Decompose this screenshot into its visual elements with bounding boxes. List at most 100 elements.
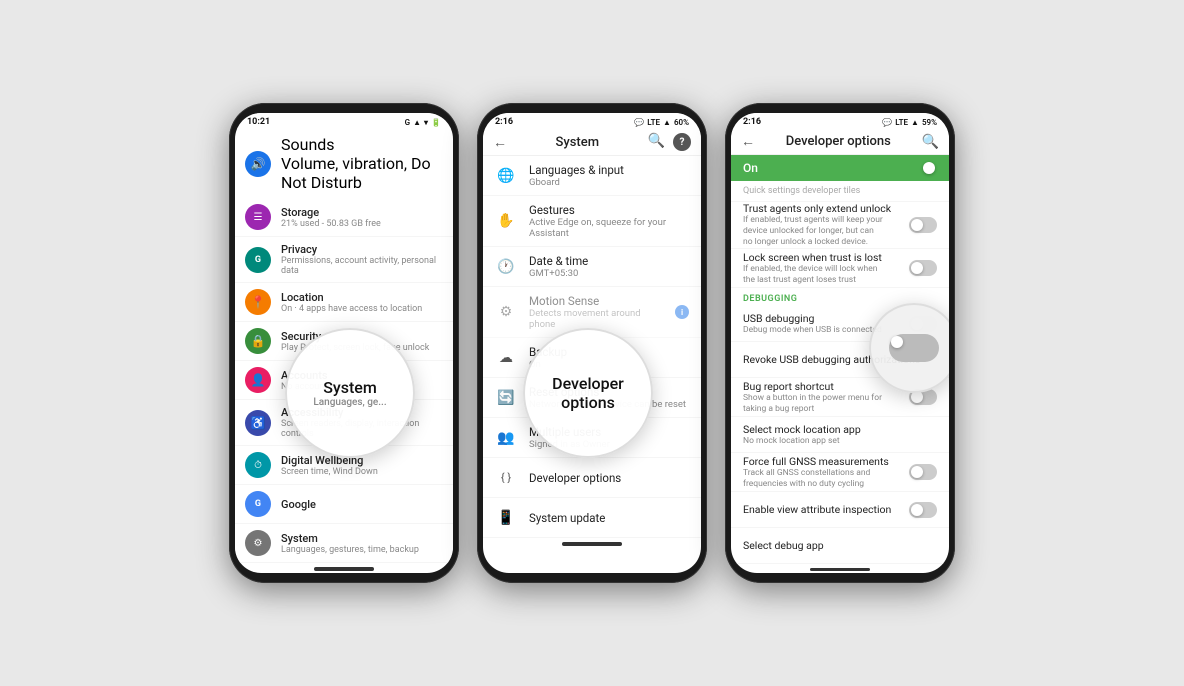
motion-info-badge: i xyxy=(675,305,689,319)
phone-2-home-bar xyxy=(562,542,622,546)
location-subtitle: On · 4 apps have access to location xyxy=(281,304,443,314)
digital-wellbeing-subtitle: Screen time, Wind Down xyxy=(281,467,443,477)
system-item-gestures[interactable]: ✋ Gestures Active Edge on, squeeze for y… xyxy=(483,196,701,247)
settings-item-google[interactable]: G Google xyxy=(235,485,453,524)
system-icon-circle: ⚙ xyxy=(245,530,271,556)
languages-icon: 🌐 xyxy=(495,165,517,187)
back-button-3[interactable]: ← xyxy=(741,133,755,150)
lock-screen-toggle[interactable] xyxy=(909,260,937,276)
search-button-2[interactable]: 🔍 xyxy=(648,133,665,151)
motion-title: Motion Sense xyxy=(529,294,663,308)
dev-item-mock-location[interactable]: Select mock location app No mock locatio… xyxy=(731,417,949,453)
gestures-subtitle: Active Edge on, squeeze for your Assista… xyxy=(529,217,689,239)
debug-app-title: Select debug app xyxy=(743,539,824,552)
dev-item-lock-screen[interactable]: Lock screen when trust is lost If enable… xyxy=(731,249,949,288)
phone-3-page-title: Developer options xyxy=(786,134,891,149)
sounds-subtitle: Volume, vibration, Do Not Disturb xyxy=(281,154,443,192)
storage-subtitle: 21% used - 50.83 GB free xyxy=(281,219,443,229)
dev-item-view-attr[interactable]: Enable view attribute inspection xyxy=(731,492,949,528)
sounds-title: Sounds xyxy=(281,135,443,154)
datetime-text: Date & time GMT+05:30 xyxy=(529,254,588,279)
system-item-datetime[interactable]: 🕐 Date & time GMT+05:30 xyxy=(483,247,701,287)
location-icon: 📍 xyxy=(251,295,266,309)
system-item-update[interactable]: 📱 System update xyxy=(483,498,701,538)
battery-icon-3: 59% xyxy=(922,118,937,127)
reset-icon: 🔄 xyxy=(495,387,517,409)
view-attr-toggle[interactable] xyxy=(909,502,937,518)
storage-icon-circle: ☰ xyxy=(245,204,271,230)
back-button-2[interactable]: ← xyxy=(493,134,507,151)
system-item-languages[interactable]: 🌐 Languages & input Gboard xyxy=(483,156,701,196)
gnss-toggle[interactable] xyxy=(909,464,937,480)
phone-2-status-icons: 💬 LTE ▲ 60% xyxy=(634,118,689,127)
datetime-title: Date & time xyxy=(529,254,588,268)
lte-icon: LTE xyxy=(647,118,660,127)
gestures-text: Gestures Active Edge on, squeeze for you… xyxy=(529,203,689,239)
privacy-icon: G xyxy=(255,255,261,265)
google-icon-circle: G xyxy=(245,491,271,517)
zoom-2-title: Developer options xyxy=(525,374,651,412)
phone-3-home-bar xyxy=(810,568,870,571)
privacy-title: Privacy xyxy=(281,243,443,256)
developer-on-bar: On xyxy=(731,155,949,181)
dev-item-debug-app[interactable]: Select debug app xyxy=(731,528,949,564)
gestures-title: Gestures xyxy=(529,203,689,217)
mock-location-text: Select mock location app No mock locatio… xyxy=(743,423,861,447)
phone-3-circle-zoom xyxy=(869,303,949,393)
motion-icon: ⚙ xyxy=(495,301,517,323)
system-title: System xyxy=(281,532,443,545)
signal-icon-2: ▲ xyxy=(663,118,671,127)
icons-media: 💬 xyxy=(882,118,892,127)
usb-debugging-text: USB debugging Debug mode when USB is con… xyxy=(743,312,882,336)
usb-debugging-subtitle: Debug mode when USB is connected xyxy=(743,325,882,336)
developer-on-toggle[interactable] xyxy=(909,160,937,176)
phone-2-time: 2:16 xyxy=(495,117,513,127)
search-button-3[interactable]: 🔍 xyxy=(922,134,939,150)
settings-item-storage[interactable]: ☰ Storage 21% used - 50.83 GB free xyxy=(235,198,453,237)
phone-2-top-bar: ← System 🔍 ? xyxy=(483,129,701,156)
phone-2-screen: 2:16 💬 LTE ▲ 60% ← System 🔍 ? xyxy=(483,113,701,573)
trust-agents-title: Trust agents only extend unlock xyxy=(743,202,891,215)
dev-item-trust-agents[interactable]: Trust agents only extend unlock If enabl… xyxy=(731,202,949,249)
phone-1-home-bar xyxy=(314,567,374,571)
phone-1-status-bar: 10:21 G ▲ ▾ 🔋 xyxy=(235,113,453,129)
phone-2-circle-zoom: Developer options xyxy=(523,328,653,458)
system-icon: ⚙ xyxy=(254,538,263,549)
quick-settings-item[interactable]: Quick settings developer tiles xyxy=(731,181,949,202)
signal-icon: ▲ xyxy=(413,118,421,127)
trust-agents-toggle[interactable] xyxy=(909,217,937,233)
digital-wellbeing-icon: ⏱ xyxy=(254,460,262,471)
phone-2-status-bar: 2:16 💬 LTE ▲ 60% xyxy=(483,113,701,129)
phone-2: 2:16 💬 LTE ▲ 60% ← System 🔍 ? xyxy=(477,103,707,583)
developer-icon: { } xyxy=(495,467,517,489)
dev-item-gnss[interactable]: Force full GNSS measurements Track all G… xyxy=(731,453,949,492)
update-text: System update xyxy=(529,511,605,525)
whatsapp-icon: 💬 xyxy=(634,118,644,127)
debug-app-text: Select debug app xyxy=(743,539,824,552)
languages-title: Languages & input xyxy=(529,163,624,177)
battery-icon: 🔋 xyxy=(431,118,441,127)
gnss-subtitle: Track all GNSS constellations and freque… xyxy=(743,468,883,490)
signal-icon-3: ▲ xyxy=(911,118,919,127)
lock-screen-subtitle: If enabled, the device will lock when th… xyxy=(743,264,883,286)
accounts-icon: 👤 xyxy=(251,373,266,387)
location-icon-circle: 📍 xyxy=(245,289,271,315)
lock-screen-title: Lock screen when trust is lost xyxy=(743,251,883,264)
battery-icon-2: 60% xyxy=(674,118,689,127)
phone-1-time: 10:21 xyxy=(247,117,270,127)
view-attr-text: Enable view attribute inspection xyxy=(743,503,891,516)
settings-item-location[interactable]: 📍 Location On · 4 apps have access to lo… xyxy=(235,283,453,322)
phone-2-page-title: System xyxy=(556,135,600,150)
mock-location-subtitle: No mock location app set xyxy=(743,436,861,447)
languages-text: Languages & input Gboard xyxy=(529,163,624,188)
languages-subtitle: Gboard xyxy=(529,177,624,188)
settings-item-sounds[interactable]: 🔊 Sounds Volume, vibration, Do Not Distu… xyxy=(235,129,453,198)
settings-item-privacy[interactable]: G Privacy Permissions, account activity,… xyxy=(235,237,453,283)
phone-1-screen: 10:21 G ▲ ▾ 🔋 🔊 Sounds Volume, vibration… xyxy=(235,113,453,573)
usb-toggle-zoomed[interactable] xyxy=(889,334,939,362)
settings-item-system[interactable]: ⚙ System Languages, gestures, time, back… xyxy=(235,524,453,563)
system-item-developer[interactable]: { } Developer options xyxy=(483,458,701,498)
phone-3: 2:16 💬 LTE ▲ 59% ← Developer options 🔍 O… xyxy=(725,103,955,583)
datetime-subtitle: GMT+05:30 xyxy=(529,268,588,279)
help-button-2[interactable]: ? xyxy=(673,133,691,151)
